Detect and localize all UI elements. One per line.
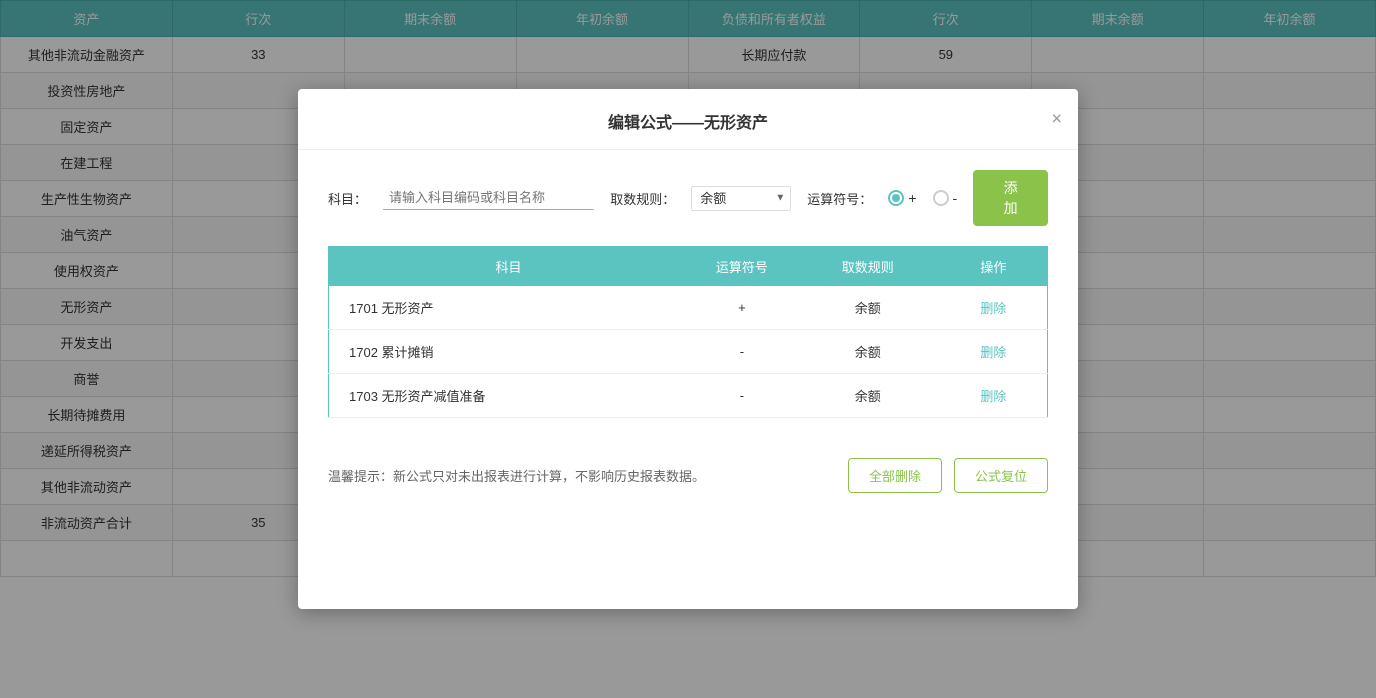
operator-plus-label: +	[908, 190, 916, 206]
operator-radio-group: + -	[888, 190, 957, 206]
row2-delete-button[interactable]: 删除	[980, 342, 1006, 361]
row2-rule: 余额	[796, 330, 940, 374]
row2-subject: 1702 累计摊销	[329, 330, 689, 374]
row1-delete-button[interactable]: 删除	[980, 298, 1006, 317]
reset-button[interactable]: 公式复位	[954, 458, 1048, 493]
rule-label: 取数规则：	[610, 189, 675, 208]
footer-tip: 温馨提示：新公式只对未出报表进行计算，不影响历史报表数据。	[328, 466, 705, 485]
row2-operator: -	[688, 330, 796, 374]
modal-title: 编辑公式——无形资产	[608, 115, 768, 132]
row3-subject: 1703 无形资产减值准备	[329, 374, 689, 418]
modal-dialog: 编辑公式——无形资产 × 科目： 取数规则： 余额 借方 贷方 借方累计 贷方累…	[298, 89, 1078, 609]
row3-operator: -	[688, 374, 796, 418]
col-rule: 取数规则	[796, 247, 940, 287]
footer-buttons: 全部删除 公式复位	[848, 458, 1048, 493]
subject-label: 科目：	[328, 189, 367, 208]
operator-label: 运算符号：	[807, 189, 872, 208]
rule-select[interactable]: 余额 借方 贷方 借方累计 贷方累计	[691, 186, 791, 211]
row1-operator: +	[688, 286, 796, 330]
operator-plus-item[interactable]: +	[888, 190, 916, 206]
row3-rule: 余额	[796, 374, 940, 418]
operator-minus-label: -	[953, 190, 958, 206]
delete-all-button[interactable]: 全部删除	[848, 458, 942, 493]
table-row: 1702 累计摊销 - 余额 删除	[329, 330, 1048, 374]
table-row: 1703 无形资产减值准备 - 余额 删除	[329, 374, 1048, 418]
operator-minus-radio[interactable]	[933, 190, 949, 206]
modal-header: 编辑公式——无形资产 ×	[298, 89, 1078, 150]
operator-minus-item[interactable]: -	[933, 190, 958, 206]
col-action: 操作	[940, 247, 1048, 287]
rule-select-wrapper: 余额 借方 贷方 借方累计 贷方累计	[691, 186, 791, 211]
row1-rule: 余额	[796, 286, 940, 330]
subject-input[interactable]	[383, 186, 594, 210]
form-row: 科目： 取数规则： 余额 借方 贷方 借方累计 贷方累计 运算符号：	[328, 170, 1048, 226]
modal-overlay: 编辑公式——无形资产 × 科目： 取数规则： 余额 借方 贷方 借方累计 贷方累…	[0, 0, 1376, 698]
modal-body: 科目： 取数规则： 余额 借方 贷方 借方累计 贷方累计 运算符号：	[298, 150, 1078, 438]
modal-footer: 温馨提示：新公式只对未出报表进行计算，不影响历史报表数据。 全部删除 公式复位	[298, 438, 1078, 513]
table-row: 1701 无形资产 + 余额 删除	[329, 286, 1048, 330]
close-button[interactable]: ×	[1051, 109, 1062, 130]
operator-plus-radio[interactable]	[888, 190, 904, 206]
row3-delete-button[interactable]: 删除	[980, 386, 1006, 405]
col-subject: 科目	[329, 247, 689, 287]
add-button[interactable]: 添加	[973, 170, 1048, 226]
row1-subject: 1701 无形资产	[329, 286, 689, 330]
col-operator: 运算符号	[688, 247, 796, 287]
formula-table: 科目 运算符号 取数规则 操作 1701 无形资产 + 余额 删除 1702 累…	[328, 246, 1048, 418]
